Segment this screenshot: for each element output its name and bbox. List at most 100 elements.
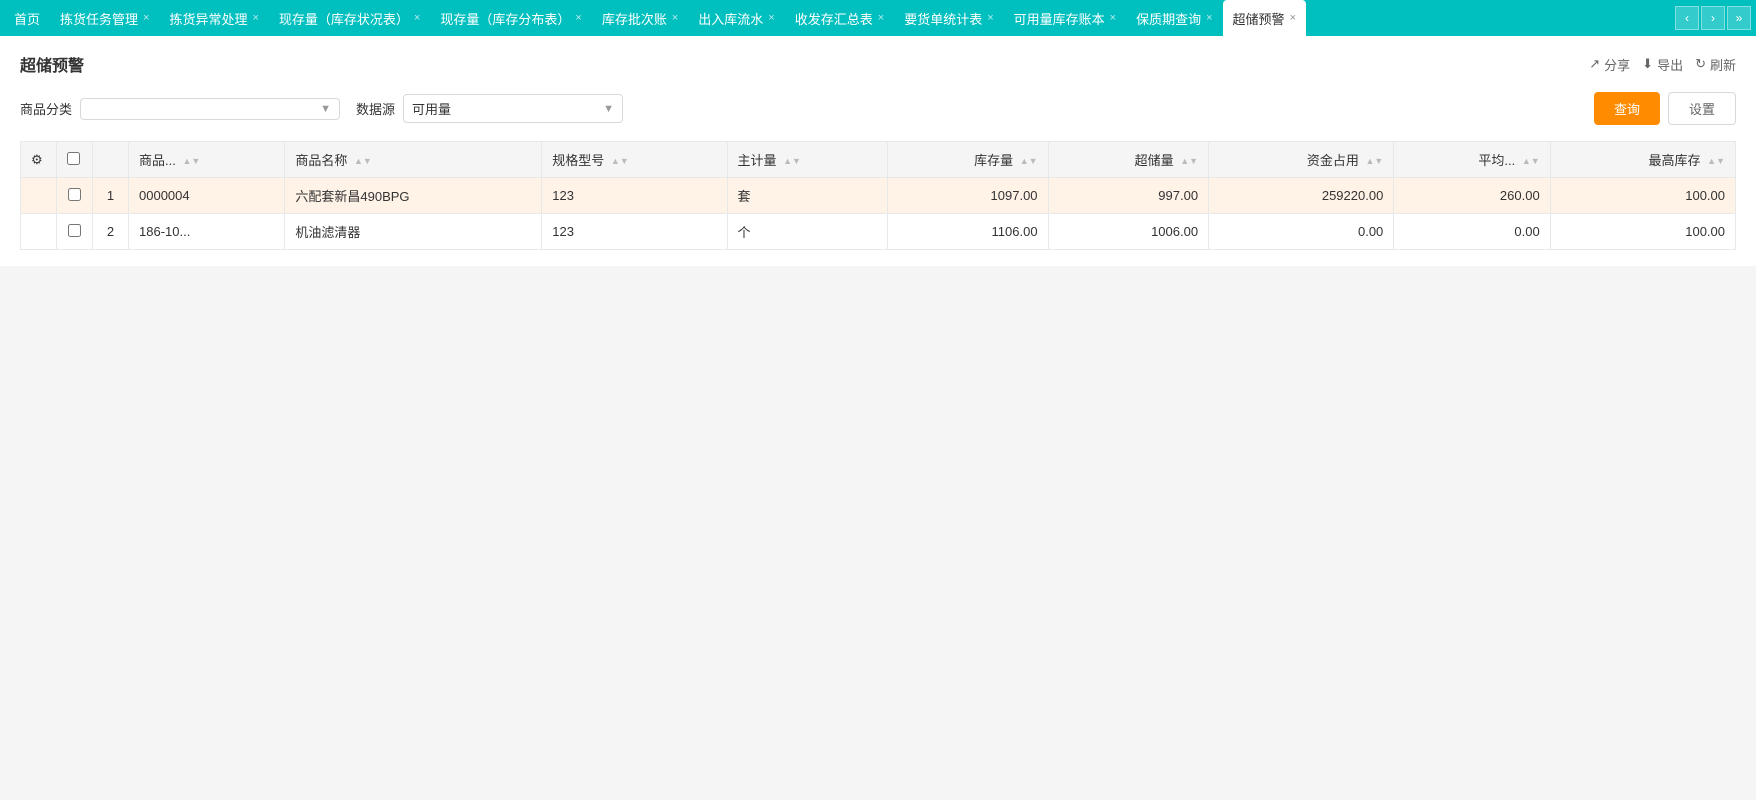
datasource-select[interactable]: 可用量 ▼ [403,94,623,123]
row-product-name-0: 六配套新昌490BPG [285,178,542,214]
nav-item-2[interactable]: 拣货异常处理× [159,0,268,36]
row-overstock-0: 997.00 [1048,178,1209,214]
sort-icon-max-stock[interactable]: ▲▼ [1707,157,1725,166]
th-product-name: 商品名称 ▲▼ [285,142,542,178]
sort-icon-product-name[interactable]: ▲▼ [354,157,372,166]
th-overstock: 超储量 ▲▼ [1048,142,1209,178]
nav-item-3[interactable]: 现存量（库存状况表）× [269,0,430,36]
nav-item-4[interactable]: 现存量（库存分布表）× [430,0,591,36]
filter-row: 商品分类 ▼ 数据源 可用量 ▼ 查询 设置 [20,92,1736,125]
page-content: 超储预警 ↗ 分享 ⬇ 导出 ↻ 刷新 商品分类 ▼ 数据源 [0,36,1756,266]
row-product-code-1: 186-10... [129,214,285,250]
settings-button[interactable]: 设置 [1668,92,1736,125]
share-icon: ↗ [1589,56,1600,72]
nav-item-close-4[interactable]: × [575,12,581,24]
data-table: ⚙ 商品... ▲▼ 商品名称 ▲▼ 规格型号 ▲▼ [20,141,1736,250]
nav-item-close-9[interactable]: × [1110,12,1116,24]
nav-item-close-11[interactable]: × [1290,12,1296,24]
row-max-stock-0: 100.00 [1550,178,1735,214]
nav-item-1[interactable]: 拣货任务管理× [50,0,159,36]
th-checkbox [57,142,93,178]
header-actions: ↗ 分享 ⬇ 导出 ↻ 刷新 [1589,55,1736,74]
nav-item-close-10[interactable]: × [1206,12,1212,24]
sort-icon-product-code[interactable]: ▲▼ [182,157,200,166]
sort-icon-stock[interactable]: ▲▼ [1020,157,1038,166]
row-checkbox-cell-1 [57,214,93,250]
nav-prev-arrow[interactable]: ‹ [1675,6,1699,30]
refresh-button[interactable]: ↻ 刷新 [1695,55,1736,74]
datasource-select-value: 可用量 [412,99,451,118]
row-stock-1: 1106.00 [888,214,1049,250]
query-button[interactable]: 查询 [1594,92,1660,125]
th-gear: ⚙ [21,142,57,178]
datasource-dropdown-arrow: ▼ [603,103,614,115]
nav-item-9[interactable]: 可用量库存账本× [1004,0,1126,36]
nav-arrows: ‹ › » [1674,6,1752,30]
nav-item-close-7[interactable]: × [878,12,884,24]
th-product-code: 商品... ▲▼ [129,142,285,178]
gear-icon[interactable]: ⚙ [31,152,43,167]
th-unit: 主计量 ▲▼ [727,142,888,178]
row-unit-0: 套 [727,178,888,214]
row-spec-1: 123 [542,214,727,250]
category-dropdown-arrow: ▼ [320,103,331,115]
nav-more-arrow[interactable]: » [1727,6,1751,30]
nav-item-8[interactable]: 要货单统计表× [894,0,1003,36]
nav-item-6[interactable]: 出入库流水× [688,0,784,36]
nav-item-close-3[interactable]: × [414,12,420,24]
nav-item-close-8[interactable]: × [987,12,993,24]
row-checkbox-cell-0 [57,178,93,214]
category-filter-group: 商品分类 ▼ [20,98,340,120]
action-buttons: 查询 设置 [1594,92,1736,125]
th-spec: 规格型号 ▲▼ [542,142,727,178]
nav-item-5[interactable]: 库存批次账× [592,0,688,36]
row-checkbox-1[interactable] [68,224,81,237]
row-capital-0: 259220.00 [1209,178,1394,214]
sort-icon-overstock[interactable]: ▲▼ [1180,157,1198,166]
nav-item-11[interactable]: 超储预警× [1223,0,1306,36]
nav-item-7[interactable]: 收发存汇总表× [785,0,894,36]
datasource-filter-group: 数据源 可用量 ▼ [356,94,623,123]
sort-icon-avg[interactable]: ▲▼ [1522,157,1540,166]
row-num-1: 2 [93,214,129,250]
row-avg-0: 260.00 [1394,178,1550,214]
sort-icon-spec[interactable]: ▲▼ [611,157,629,166]
row-max-stock-1: 100.00 [1550,214,1735,250]
nav-item-close-1[interactable]: × [143,12,149,24]
row-spec-0: 123 [542,178,727,214]
top-navigation: 首页拣货任务管理×拣货异常处理×现存量（库存状况表）×现存量（库存分布表）×库存… [0,0,1756,36]
nav-item-0[interactable]: 首页 [4,0,50,36]
nav-item-10[interactable]: 保质期查询× [1126,0,1222,36]
row-unit-1: 个 [727,214,888,250]
th-max-stock: 最高库存 ▲▼ [1550,142,1735,178]
row-gear-0 [21,178,57,214]
nav-next-arrow[interactable]: › [1701,6,1725,30]
category-select[interactable]: ▼ [80,98,340,120]
sort-icon-unit[interactable]: ▲▼ [783,157,801,166]
export-button[interactable]: ⬇ 导出 [1642,55,1683,74]
share-button[interactable]: ↗ 分享 [1589,55,1630,74]
row-avg-1: 0.00 [1394,214,1550,250]
sort-icon-capital[interactable]: ▲▼ [1365,157,1383,166]
nav-item-close-5[interactable]: × [672,12,678,24]
th-capital: 资金占用 ▲▼ [1209,142,1394,178]
datasource-label: 数据源 [356,99,395,118]
nav-item-close-6[interactable]: × [768,12,774,24]
row-stock-0: 1097.00 [888,178,1049,214]
page-header: 超储预警 ↗ 分享 ⬇ 导出 ↻ 刷新 [20,52,1736,76]
row-checkbox-0[interactable] [68,188,81,201]
row-overstock-1: 1006.00 [1048,214,1209,250]
table-row: 2 186-10... 机油滤清器 123 个 1106.00 1006.00 … [21,214,1736,250]
category-label: 商品分类 [20,99,72,118]
nav-item-close-2[interactable]: × [252,12,258,24]
row-num-0: 1 [93,178,129,214]
page-title: 超储预警 [20,52,84,76]
row-gear-1 [21,214,57,250]
row-product-code-0: 0000004 [129,178,285,214]
export-icon: ⬇ [1642,56,1653,72]
table-header-row: ⚙ 商品... ▲▼ 商品名称 ▲▼ 规格型号 ▲▼ [21,142,1736,178]
refresh-icon: ↻ [1695,56,1706,72]
select-all-checkbox[interactable] [67,152,80,165]
table-row: 1 0000004 六配套新昌490BPG 123 套 1097.00 997.… [21,178,1736,214]
th-stock: 库存量 ▲▼ [888,142,1049,178]
